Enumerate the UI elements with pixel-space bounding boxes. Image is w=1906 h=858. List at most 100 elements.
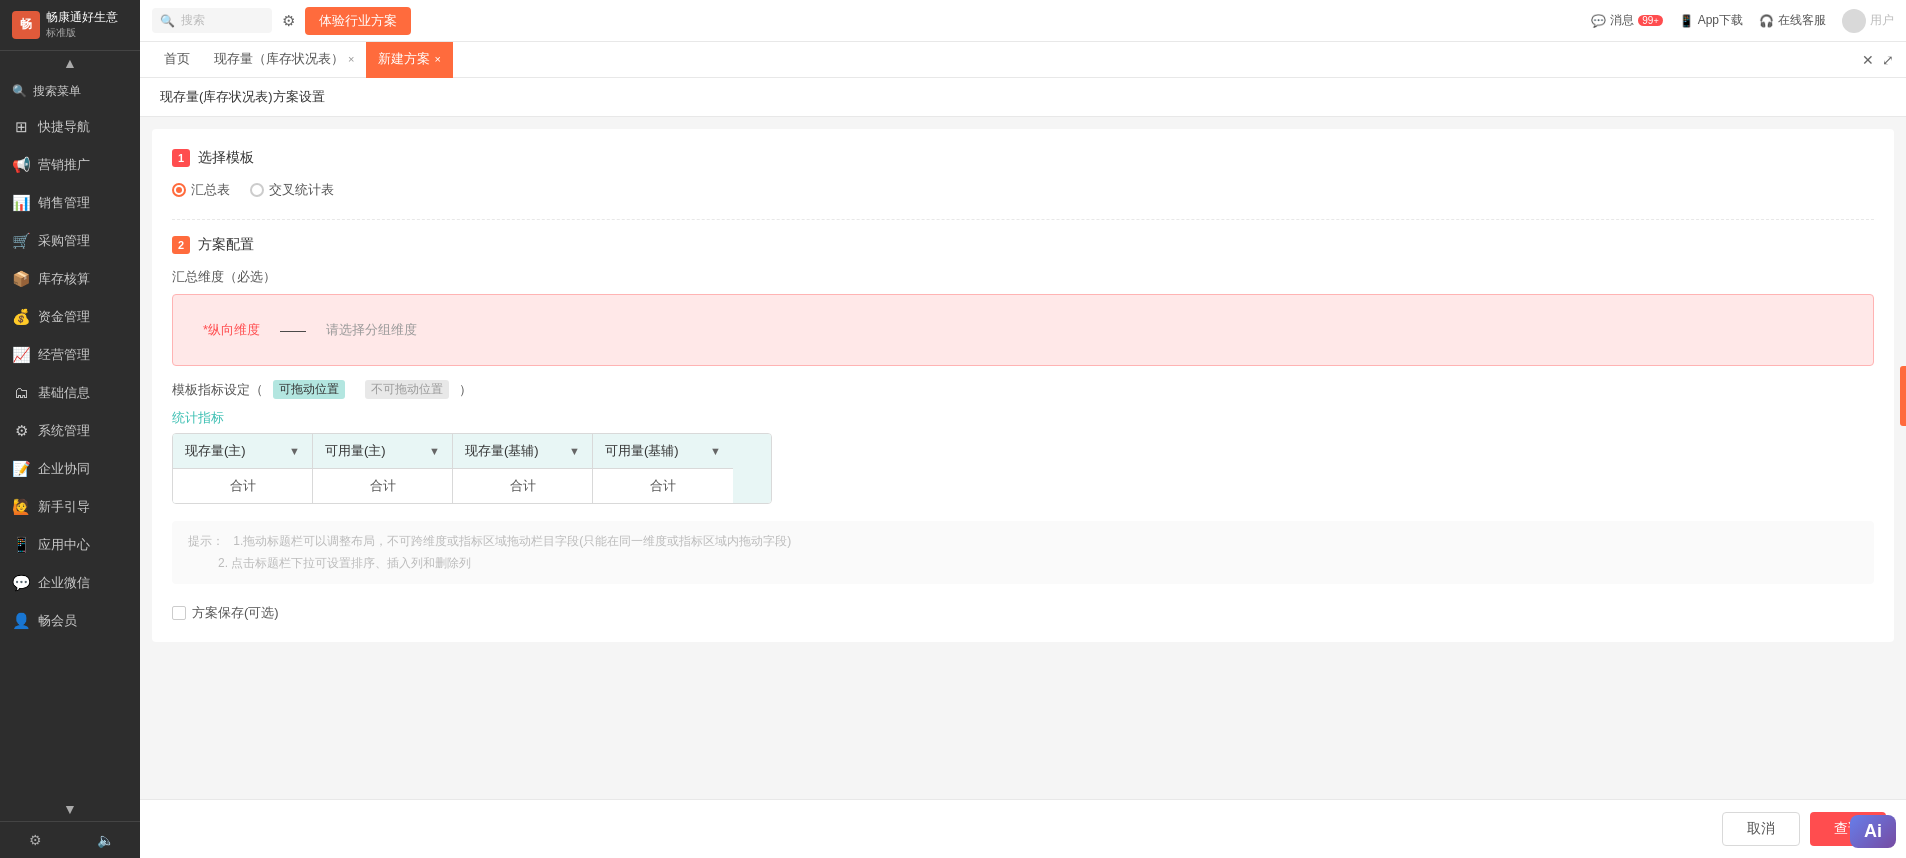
search-icon: 🔍 — [12, 84, 27, 98]
sidebar-item-quick-nav[interactable]: ⊞ 快捷导航 — [0, 108, 140, 146]
save-option-label: 方案保存(可选) — [192, 604, 279, 622]
sidebar: 畅 畅康通好生意 标准版 ▲ 🔍 搜索菜单 ⊞ 快捷导航 📢 营销推广 📊 销售… — [0, 0, 140, 858]
draggable-badge: 可拖动位置 — [273, 380, 345, 399]
ai-badge[interactable]: Ai — [1850, 815, 1896, 848]
sidebar-bottom: ⚙ 🔈 — [0, 821, 140, 858]
dimension-placeholder: 请选择分组维度 — [326, 321, 417, 339]
messages-button[interactable]: 💬 消息 99+ — [1591, 12, 1662, 29]
topbar-gear-icon[interactable]: ⚙ — [282, 12, 295, 30]
tab-new-scheme[interactable]: 新建方案 × — [366, 42, 452, 78]
sidebar-item-guide[interactable]: 🙋 新手引导 — [0, 488, 140, 526]
sidebar-item-wechat[interactable]: 💬 企业微信 — [0, 564, 140, 602]
user-menu[interactable]: 用户 — [1842, 9, 1894, 33]
save-option-row: 方案保存(可选) — [172, 604, 1874, 622]
footer: 取消 查询 — [140, 799, 1906, 858]
step1-number: 1 — [172, 149, 190, 167]
stat-col-3-header[interactable]: 现存量(基辅) ▼ — [453, 434, 592, 469]
tab-inventory-close-icon[interactable]: × — [348, 53, 354, 65]
stat-col-1-body: 合计 — [173, 469, 312, 503]
tab-bar: 首页 现存量（库存状况表） × 新建方案 × ✕ ⤢ — [140, 42, 1906, 78]
sidebar-item-enterprise[interactable]: 📝 企业协同 — [0, 450, 140, 488]
tab-expand-btn[interactable]: ⤢ — [1882, 52, 1894, 68]
sidebar-item-purchase[interactable]: 🛒 采购管理 — [0, 222, 140, 260]
tab-home[interactable]: 首页 — [152, 42, 202, 78]
quick-nav-icon: ⊞ — [12, 118, 30, 136]
stat-table: 现存量(主) ▼ 合计 可用量(主) ▼ 合计 — [172, 433, 772, 504]
tab-close-window-btn[interactable]: ✕ — [1862, 52, 1874, 68]
step1-header: 1 选择模板 — [172, 149, 1874, 167]
stat-col-2-header[interactable]: 可用量(主) ▼ — [313, 434, 452, 469]
sidebar-scroll-up[interactable]: ▲ — [0, 51, 140, 75]
app-download-button[interactable]: 📱 App下载 — [1679, 12, 1743, 29]
tab-new-close-icon[interactable]: × — [434, 53, 440, 65]
app-download-icon: 📱 — [1679, 14, 1694, 28]
stat-col-4-header[interactable]: 可用量(基辅) ▼ — [593, 434, 733, 469]
service-icon: 🎧 — [1759, 14, 1774, 28]
dimension-label: 汇总维度（必选） — [172, 268, 1874, 286]
stat-col-1: 现存量(主) ▼ 合计 — [173, 434, 313, 503]
marketing-icon: 📢 — [12, 156, 30, 174]
sidebar-scroll-down[interactable]: ▼ — [0, 797, 140, 821]
template-radio-group: 汇总表 交叉统计表 — [172, 181, 1874, 199]
cancel-button[interactable]: 取消 — [1722, 812, 1800, 846]
dimension-dash: —— — [280, 323, 306, 338]
main-area: 🔍 搜索 ⚙ 体验行业方案 💬 消息 99+ 📱 App下载 🎧 在线客服 用户 — [140, 0, 1906, 858]
management-icon: 📈 — [12, 346, 30, 364]
dimension-required: *纵向维度 — [203, 321, 260, 339]
radio-summary-dot — [172, 183, 186, 197]
guide-icon: 🙋 — [12, 498, 30, 516]
page-title: 现存量(库存状况表)方案设置 — [160, 89, 325, 104]
sidebar-item-finance[interactable]: 💰 资金管理 — [0, 298, 140, 336]
settings-bottom-btn[interactable]: ⚙ — [0, 822, 70, 858]
sales-icon: 📊 — [12, 194, 30, 212]
finance-icon: 💰 — [12, 308, 30, 326]
sidebar-item-sales[interactable]: 📊 销售管理 — [0, 184, 140, 222]
content-area: 现存量(库存状况表)方案设置 1 选择模板 汇总表 交叉统计表 — [140, 78, 1906, 799]
stat-table-header: 现存量(主) ▼ 合计 可用量(主) ▼ 合计 — [173, 434, 771, 503]
dimension-box: *纵向维度 —— 请选择分组维度 — [172, 294, 1874, 366]
topbar-search[interactable]: 🔍 搜索 — [152, 8, 272, 33]
indicator-settings: 模板指标设定（ 可拖动位置 不可拖动位置 ） 统计指标 现存量(主) — [172, 380, 1874, 507]
tips-block: 提示： 1.拖动标题栏可以调整布局，不可跨维度或指标区域拖动栏目字段(只能在同一… — [172, 521, 1874, 584]
chevron-down-icon-3: ▼ — [569, 445, 580, 457]
wechat-icon: 💬 — [12, 574, 30, 592]
step2-header: 2 方案配置 — [172, 236, 1874, 254]
online-service-button[interactable]: 🎧 在线客服 — [1759, 12, 1826, 29]
app-center-icon: 📱 — [12, 536, 30, 554]
system-icon: ⚙ — [12, 422, 30, 440]
step2-title: 方案配置 — [198, 236, 254, 254]
sidebar-search-item[interactable]: 🔍 搜索菜单 — [0, 75, 140, 108]
sound-bottom-btn[interactable]: 🔈 — [70, 822, 140, 858]
inventory-icon: 📦 — [12, 270, 30, 288]
stat-col-2: 可用量(主) ▼ 合计 — [313, 434, 453, 503]
chevron-down-icon-2: ▼ — [429, 445, 440, 457]
indicator-label-row: 模板指标设定（ 可拖动位置 不可拖动位置 ） — [172, 380, 1874, 399]
page-header: 现存量(库存状况表)方案设置 — [140, 78, 1906, 117]
sidebar-item-basic-info[interactable]: 🗂 基础信息 — [0, 374, 140, 412]
stat-col-1-header[interactable]: 现存量(主) ▼ — [173, 434, 312, 469]
stat-col-2-body: 合计 — [313, 469, 452, 503]
stat-section-title: 统计指标 — [172, 409, 1874, 427]
trial-industry-button[interactable]: 体验行业方案 — [305, 7, 411, 35]
radio-cross-dot — [250, 183, 264, 197]
sidebar-item-inventory[interactable]: 📦 库存核算 — [0, 260, 140, 298]
message-icon: 💬 — [1591, 14, 1606, 28]
enterprise-icon: 📝 — [12, 460, 30, 478]
step2-number: 2 — [172, 236, 190, 254]
step1-block: 1 选择模板 汇总表 交叉统计表 — [172, 149, 1874, 199]
sidebar-item-system[interactable]: ⚙ 系统管理 — [0, 412, 140, 450]
non-draggable-badge: 不可拖动位置 — [365, 380, 449, 399]
settings-panel: 1 选择模板 汇总表 交叉统计表 2 — [152, 129, 1894, 642]
sidebar-item-member[interactable]: 👤 畅会员 — [0, 602, 140, 640]
sidebar-item-marketing[interactable]: 📢 营销推广 — [0, 146, 140, 184]
radio-summary-table[interactable]: 汇总表 — [172, 181, 230, 199]
stat-col-3-body: 合计 — [453, 469, 592, 503]
sidebar-item-management[interactable]: 📈 经营管理 — [0, 336, 140, 374]
sidebar-item-app-center[interactable]: 📱 应用中心 — [0, 526, 140, 564]
sidebar-logo: 畅 畅康通好生意 标准版 — [0, 0, 140, 51]
stat-col-4: 可用量(基辅) ▼ 合计 — [593, 434, 733, 503]
radio-cross-table[interactable]: 交叉统计表 — [250, 181, 334, 199]
tab-inventory-status[interactable]: 现存量（库存状况表） × — [202, 42, 366, 78]
save-checkbox[interactable] — [172, 606, 186, 620]
app-logo-icon: 畅 — [12, 11, 40, 39]
